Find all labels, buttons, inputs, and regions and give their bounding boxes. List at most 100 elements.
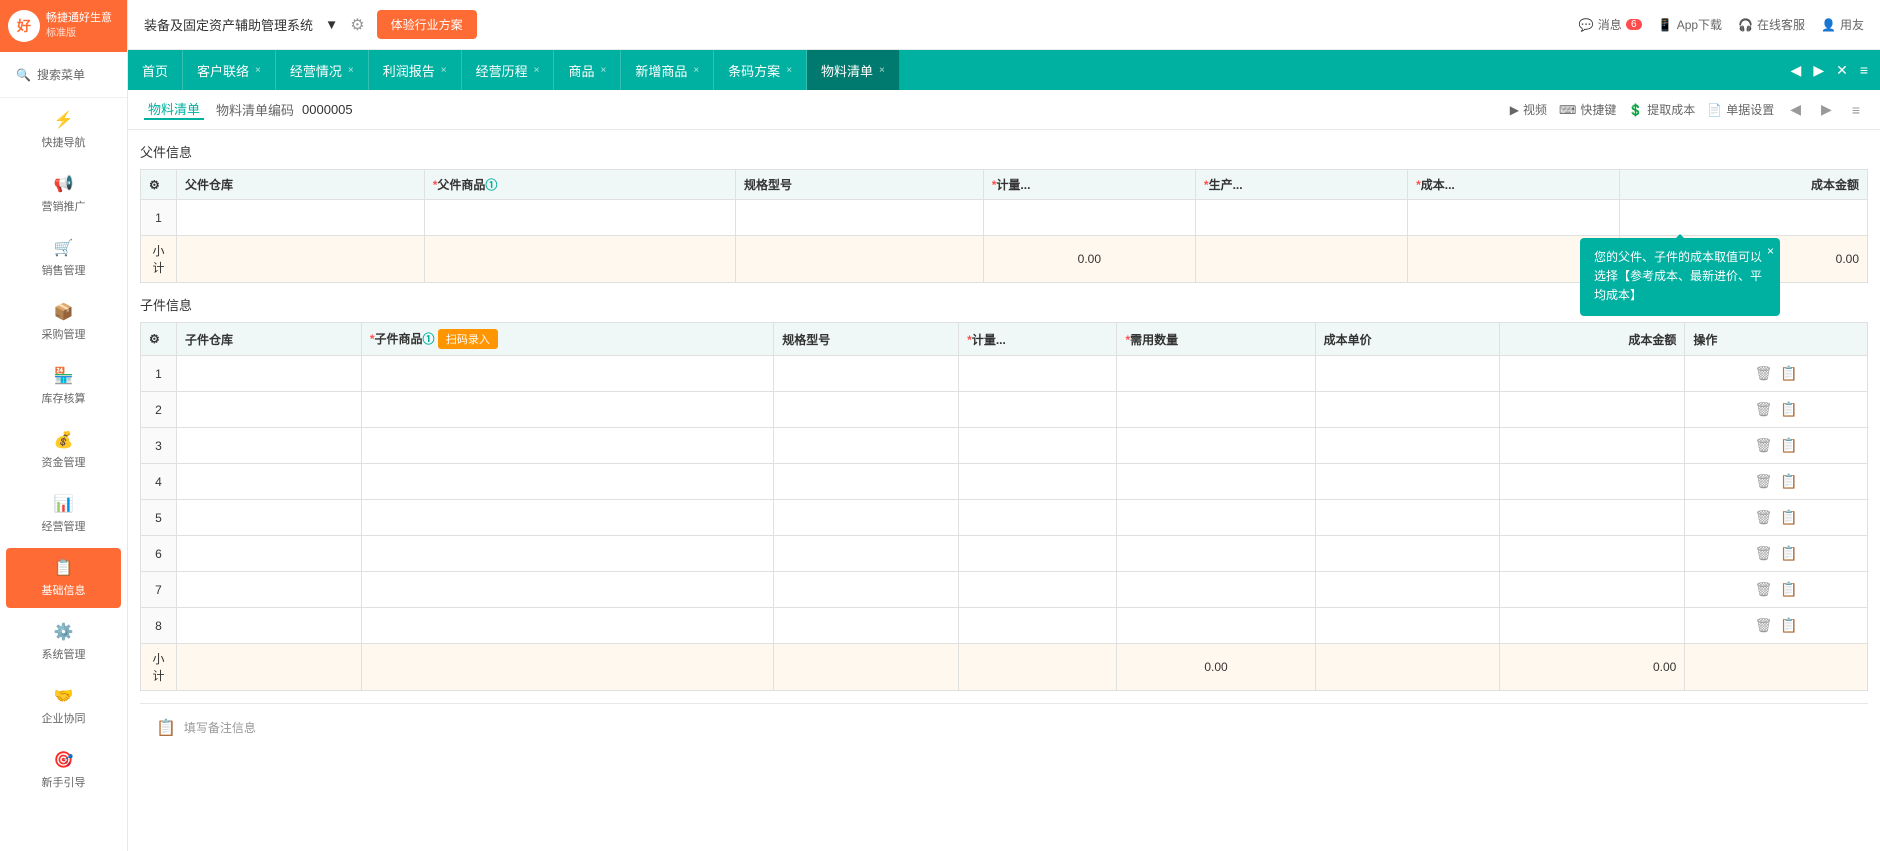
- child-row-2-unit-cost[interactable]: [1315, 392, 1500, 428]
- scan-button[interactable]: 扫码录入: [438, 329, 498, 349]
- child-row-2-warehouse[interactable]: [177, 392, 362, 428]
- parent-row-1-spec[interactable]: [736, 200, 984, 236]
- child-row-3-product[interactable]: [361, 428, 773, 464]
- child-row-4-product[interactable]: [361, 464, 773, 500]
- child-row-1-unit[interactable]: [959, 356, 1117, 392]
- tab-barcode[interactable]: 条码方案 ×: [714, 50, 807, 90]
- message-button[interactable]: 💬 消息 6: [1579, 16, 1642, 33]
- child-row-5-warehouse[interactable]: [177, 500, 362, 536]
- parent-row-1-produce[interactable]: [1195, 200, 1407, 236]
- tooltip-close-button[interactable]: ×: [1767, 242, 1774, 261]
- sidebar-item-quick-nav[interactable]: ⚡ 快捷导航: [6, 100, 121, 160]
- tab-bom-close[interactable]: ×: [879, 65, 885, 76]
- child-row-8-spec[interactable]: [774, 608, 959, 644]
- sidebar-item-sales[interactable]: 🛒 销售管理: [6, 228, 121, 288]
- tab-history-close[interactable]: ×: [534, 65, 540, 76]
- parent-row-1-warehouse[interactable]: [177, 200, 425, 236]
- child-row-2-qty[interactable]: [1117, 392, 1315, 428]
- child-row-3-unit[interactable]: [959, 428, 1117, 464]
- child-row-7-warehouse[interactable]: [177, 572, 362, 608]
- online-service-button[interactable]: 🎧 在线客服: [1738, 16, 1805, 33]
- child-row-7-delete-button[interactable]: 🗑: [1753, 579, 1775, 600]
- child-row-7-qty[interactable]: [1117, 572, 1315, 608]
- child-row-3-warehouse[interactable]: [177, 428, 362, 464]
- tab-new-product[interactable]: 新增商品 ×: [621, 50, 714, 90]
- child-row-2-product[interactable]: [361, 392, 773, 428]
- tab-profit-close[interactable]: ×: [441, 65, 447, 76]
- child-row-2-spec[interactable]: [774, 392, 959, 428]
- child-row-6-unit-cost[interactable]: [1315, 536, 1500, 572]
- tab-products[interactable]: 商品 ×: [554, 50, 621, 90]
- nav-prev-button[interactable]: ◀: [1787, 58, 1806, 83]
- shortcut-action[interactable]: ⌨ 快捷键: [1559, 101, 1616, 118]
- child-row-6-delete-button[interactable]: 🗑: [1753, 543, 1775, 564]
- child-row-3-unit-cost[interactable]: [1315, 428, 1500, 464]
- child-row-4-copy-button[interactable]: 📋: [1778, 471, 1799, 492]
- sidebar-item-system[interactable]: ⚙️ 系统管理: [6, 612, 121, 672]
- tab-customer[interactable]: 客户联络 ×: [183, 50, 276, 90]
- child-row-5-spec[interactable]: [774, 500, 959, 536]
- child-row-3-delete-button[interactable]: 🗑: [1753, 435, 1775, 456]
- user-menu-button[interactable]: 👤 用友: [1821, 16, 1864, 33]
- nav-close-button[interactable]: ✕: [1832, 58, 1852, 83]
- tab-profit[interactable]: 利润报告 ×: [369, 50, 462, 90]
- tab-barcode-close[interactable]: ×: [786, 65, 792, 76]
- child-row-4-spec[interactable]: [774, 464, 959, 500]
- child-row-5-delete-button[interactable]: 🗑: [1753, 507, 1775, 528]
- sidebar-item-finance[interactable]: 💰 资金管理: [6, 420, 121, 480]
- parent-row-1-cost[interactable]: [1408, 200, 1620, 236]
- sidebar-item-marketing[interactable]: 📢 营销推广: [6, 164, 121, 224]
- tab-products-close[interactable]: ×: [600, 65, 606, 76]
- note-hint[interactable]: 填写备注信息: [184, 719, 256, 736]
- trial-button[interactable]: 体验行业方案: [377, 10, 477, 39]
- child-row-8-copy-button[interactable]: 📋: [1778, 615, 1799, 636]
- child-row-1-qty[interactable]: [1117, 356, 1315, 392]
- sub-header-menu-button[interactable]: ≡: [1848, 98, 1864, 122]
- tab-operations-close[interactable]: ×: [348, 65, 354, 76]
- child-row-4-qty[interactable]: [1117, 464, 1315, 500]
- child-row-3-spec[interactable]: [774, 428, 959, 464]
- sidebar-item-purchase[interactable]: 📦 采购管理: [6, 292, 121, 352]
- sidebar-item-guide[interactable]: 🎯 新手引导: [6, 740, 121, 800]
- child-row-6-qty[interactable]: [1117, 536, 1315, 572]
- child-row-7-copy-button[interactable]: 📋: [1778, 579, 1799, 600]
- system-dropdown-button[interactable]: ▼: [325, 17, 338, 32]
- tab-new-product-close[interactable]: ×: [693, 65, 699, 76]
- child-row-8-delete-button[interactable]: 🗑: [1753, 615, 1775, 636]
- parent-row-1-unit[interactable]: [983, 200, 1195, 236]
- child-row-7-spec[interactable]: [774, 572, 959, 608]
- child-row-8-warehouse[interactable]: [177, 608, 362, 644]
- child-row-1-warehouse[interactable]: [177, 356, 362, 392]
- extract-cost-action[interactable]: 💲 提取成本: [1628, 101, 1695, 118]
- child-row-1-copy-button[interactable]: 📋: [1778, 363, 1799, 384]
- child-row-7-unit-cost[interactable]: [1315, 572, 1500, 608]
- sub-header-prev-button[interactable]: ◀: [1786, 97, 1805, 122]
- child-row-6-copy-button[interactable]: 📋: [1778, 543, 1799, 564]
- child-row-1-spec[interactable]: [774, 356, 959, 392]
- settings-button[interactable]: ⚙: [350, 15, 364, 35]
- nav-next-button[interactable]: ▶: [1809, 58, 1828, 83]
- child-row-1-unit-cost[interactable]: [1315, 356, 1500, 392]
- child-row-4-warehouse[interactable]: [177, 464, 362, 500]
- child-row-6-spec[interactable]: [774, 536, 959, 572]
- child-row-5-unit[interactable]: [959, 500, 1117, 536]
- child-row-2-unit[interactable]: [959, 392, 1117, 428]
- child-row-5-qty[interactable]: [1117, 500, 1315, 536]
- child-row-2-copy-button[interactable]: 📋: [1778, 399, 1799, 420]
- child-row-8-unit[interactable]: [959, 608, 1117, 644]
- child-row-7-product[interactable]: [361, 572, 773, 608]
- sub-tab-bom[interactable]: 物料清单: [144, 99, 204, 120]
- tab-customer-close[interactable]: ×: [255, 65, 261, 76]
- tab-bom[interactable]: 物料清单 ×: [807, 50, 900, 90]
- child-row-3-copy-button[interactable]: 📋: [1778, 435, 1799, 456]
- child-row-5-product[interactable]: [361, 500, 773, 536]
- child-row-6-product[interactable]: [361, 536, 773, 572]
- child-row-4-delete-button[interactable]: 🗑: [1753, 471, 1775, 492]
- single-settings-action[interactable]: 📄 单据设置: [1707, 101, 1774, 118]
- sidebar-item-basic[interactable]: 📋 基础信息: [6, 548, 121, 608]
- child-row-1-delete-button[interactable]: 🗑: [1753, 363, 1775, 384]
- child-row-3-qty[interactable]: [1117, 428, 1315, 464]
- app-download-button[interactable]: 📱 App下载: [1658, 16, 1722, 33]
- child-row-6-warehouse[interactable]: [177, 536, 362, 572]
- child-row-4-unit-cost[interactable]: [1315, 464, 1500, 500]
